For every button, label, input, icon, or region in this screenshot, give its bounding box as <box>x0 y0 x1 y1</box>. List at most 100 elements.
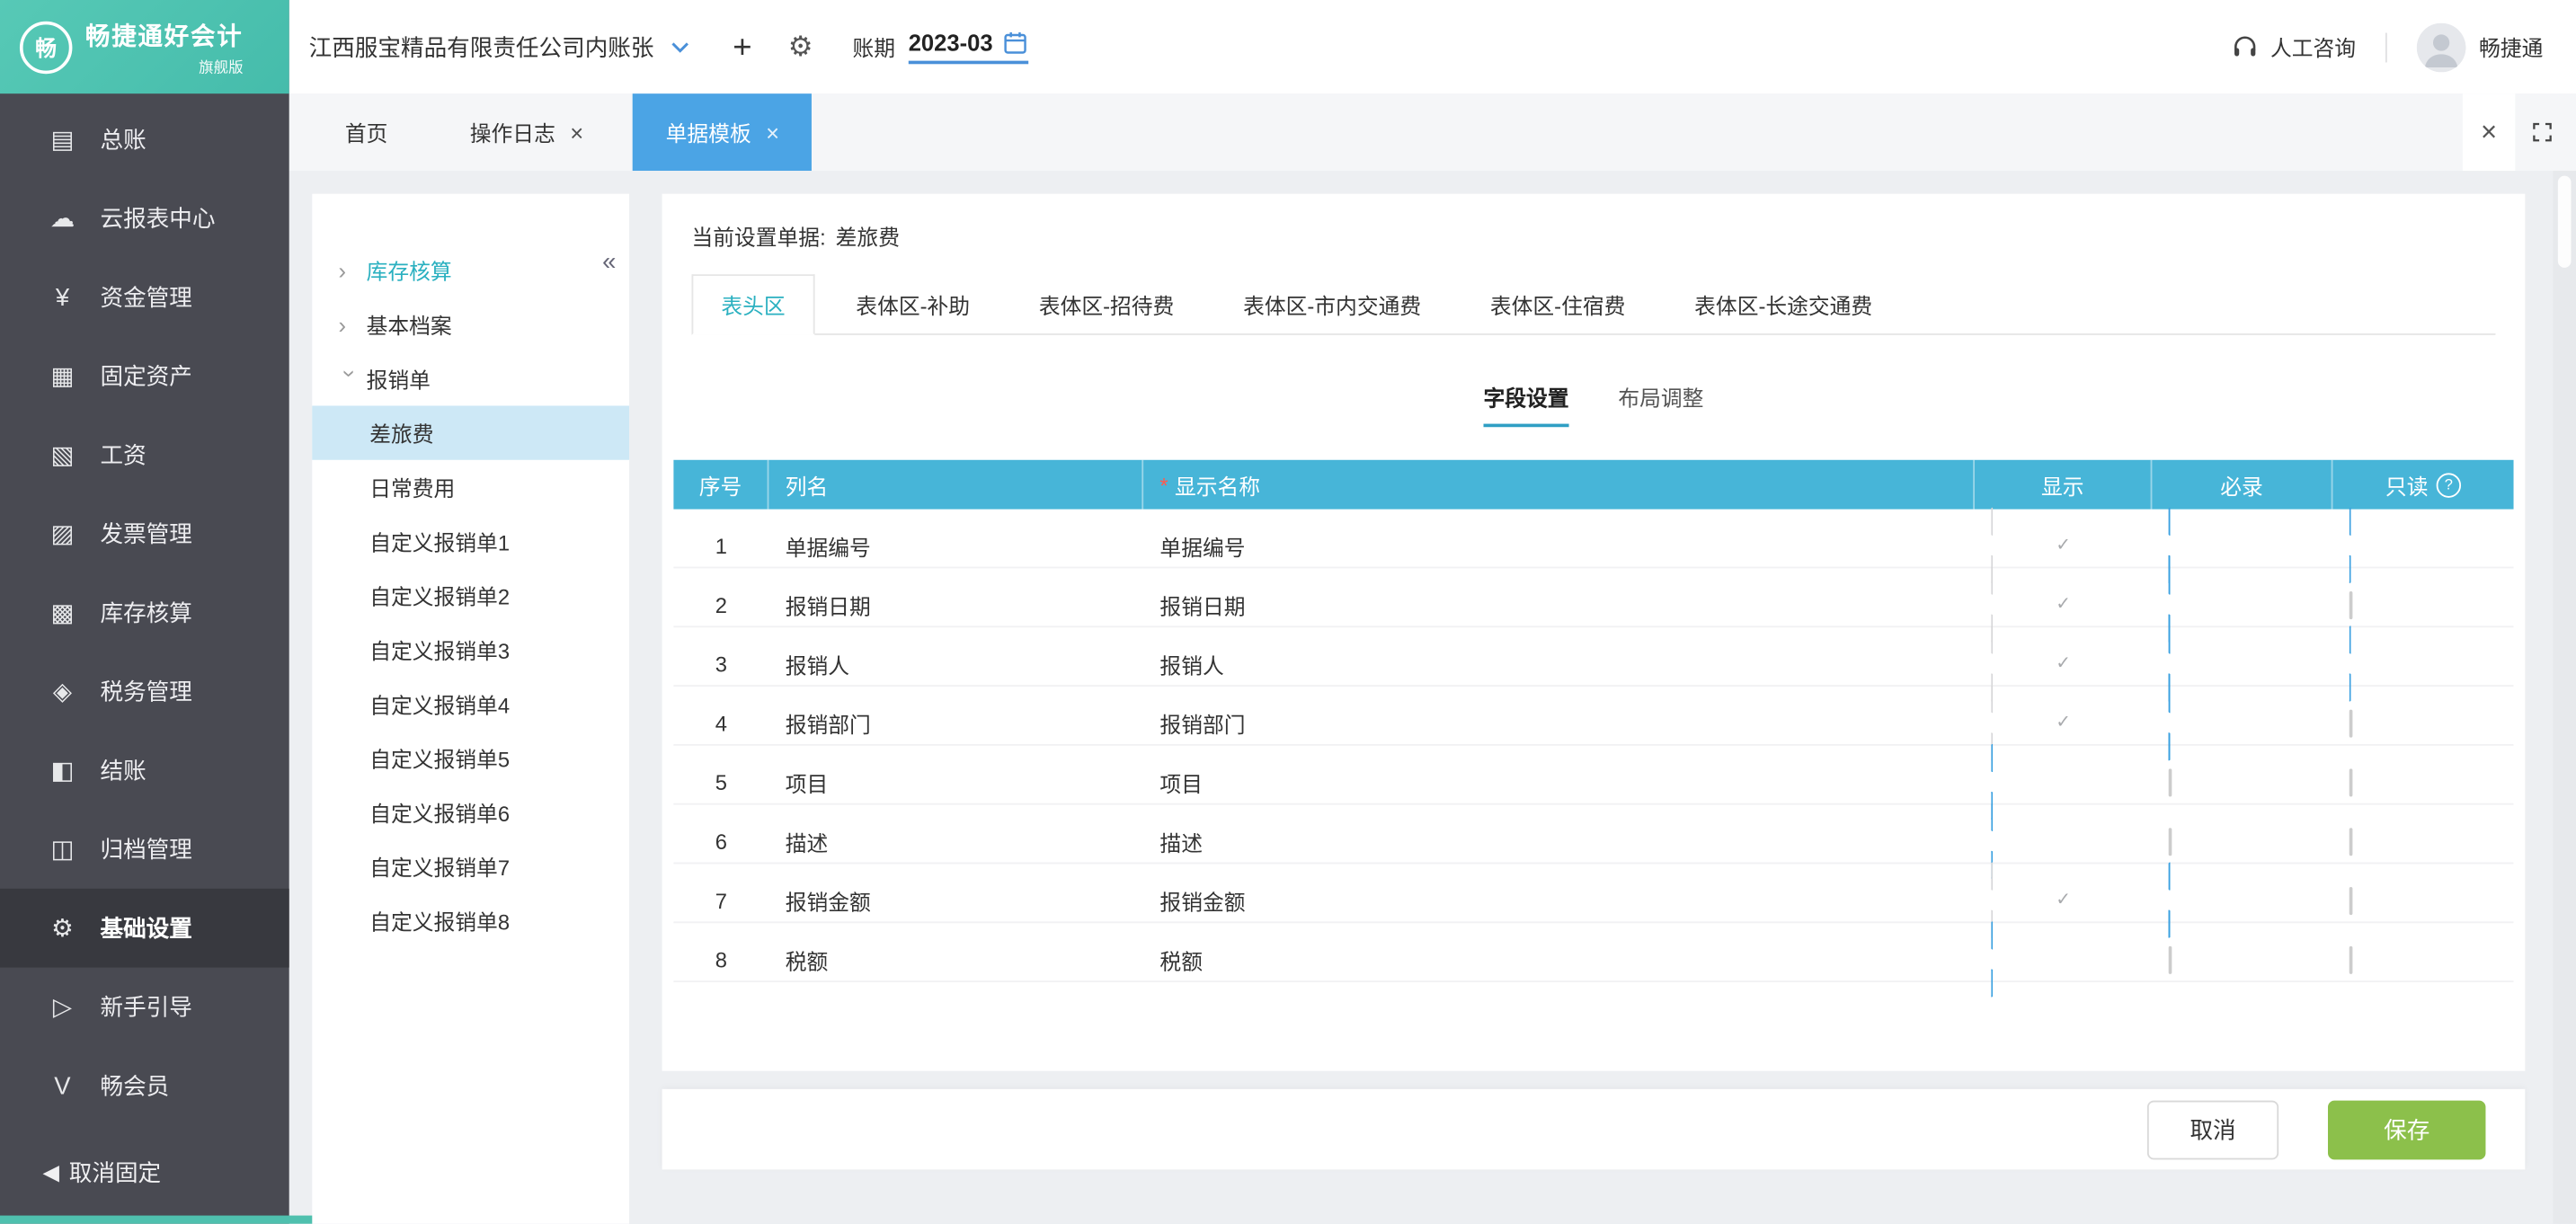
fixed-assets-icon: ▦ <box>50 362 75 392</box>
sub-tab[interactable]: 布局调整 <box>1618 381 1703 427</box>
sub-tabs: 字段设置 布局调整 <box>662 381 2526 428</box>
consult-button[interactable]: 人工咨询 <box>2231 31 2356 63</box>
tree-chevron-icon[interactable] <box>339 313 359 336</box>
page-tab[interactable]: 单据模板 × <box>633 93 813 172</box>
table-row: 6 描述 描述 <box>673 803 2514 879</box>
brand-name: 畅捷通好会计 <box>85 22 244 50</box>
unpin-sidebar-button[interactable]: ◀ 取消固定 <box>0 1145 289 1201</box>
tree-leaf[interactable]: 自定义报销单7 <box>312 839 629 893</box>
sidebar-item[interactable]: V 畅会员 <box>0 1046 289 1125</box>
tree-leaf[interactable]: 自定义报销单5 <box>312 731 629 785</box>
cell-display-name: 项目 <box>1159 771 1203 796</box>
tree-node[interactable]: 库存核算 <box>312 244 629 297</box>
tree-leaf[interactable]: 自定义报销单1 <box>312 514 629 568</box>
sidebar-item[interactable]: ▦ 固定资产 <box>0 337 289 416</box>
sidebar-item[interactable]: ▨ 发票管理 <box>0 494 289 573</box>
sidebar-item[interactable]: ⚙ 基础设置 <box>0 888 289 968</box>
scrollbar-thumb[interactable] <box>2557 175 2572 268</box>
tree-chevron-icon[interactable] <box>339 259 359 282</box>
table-header-row: 序号 列名 显示名称 显示 必录 只读 <box>673 459 2514 510</box>
fields-table: 序号 列名 显示名称 显示 必录 只读 1 单据编号 单据编号 <box>673 459 2514 998</box>
add-account-button[interactable]: + <box>733 31 751 64</box>
page-tab[interactable]: 操作日志 × <box>437 93 617 171</box>
readonly-checkbox[interactable] <box>2349 945 2353 973</box>
tree-leaf[interactable]: 自定义报销单6 <box>312 785 629 839</box>
sidebar-item[interactable]: ▤ 总账 <box>0 100 289 179</box>
section-tab-label: 表体区-招待费 <box>1038 294 1175 319</box>
readonly-checkbox[interactable] <box>2349 886 2353 915</box>
sidebar-item[interactable]: ◈ 税务管理 <box>0 652 289 732</box>
tree-root-nodes: 库存核算 基本档案 报销单 <box>312 244 629 406</box>
table-row: 1 单据编号 单据编号 <box>673 507 2514 583</box>
cell-column-name: 描述 <box>785 829 829 856</box>
readonly-checkbox[interactable] <box>2349 590 2353 619</box>
cancel-button[interactable]: 取消 <box>2146 1099 2279 1159</box>
readonly-checkbox[interactable] <box>2349 708 2353 737</box>
tab-close-icon[interactable]: × <box>766 120 779 144</box>
required-checkbox[interactable] <box>2168 827 2172 856</box>
sidebar-item-label: 基础设置 <box>100 915 192 942</box>
sidebar-item[interactable]: ◧ 结账 <box>0 731 289 810</box>
required-checkbox[interactable] <box>2168 862 2317 938</box>
cell-show <box>1975 921 2152 998</box>
required-checkbox[interactable] <box>2168 945 2172 973</box>
unpin-label: 取消固定 <box>68 1159 162 1186</box>
page-tab-label: 首页 <box>344 121 388 146</box>
sidebar-item-label: 新手引导 <box>100 993 192 1021</box>
tree-leaf[interactable]: 自定义报销单2 <box>312 568 629 622</box>
section-tab[interactable]: 表体区-住宿费 <box>1462 276 1654 333</box>
readonly-checkbox[interactable] <box>2349 625 2498 702</box>
scrollbar[interactable] <box>2553 171 2576 1224</box>
sidebar-item[interactable]: ▷ 新手引导 <box>0 968 289 1047</box>
sidebar-item[interactable]: ▧ 工资 <box>0 415 289 494</box>
tab-close-icon[interactable]: × <box>570 120 583 144</box>
save-button[interactable]: 保存 <box>2327 1099 2486 1159</box>
sidebar-item[interactable]: ▩ 库存核算 <box>0 573 289 652</box>
section-tabs: 表头区 表体区-补助 表体区-招待费 表体区-市内交通费 表体区-住宿费 表体区… <box>691 274 2496 335</box>
section-tab[interactable]: 表头区 <box>691 274 815 335</box>
close-button[interactable]: × <box>2462 93 2516 172</box>
required-checkbox[interactable] <box>2168 767 2172 796</box>
chevron-down-icon[interactable] <box>671 40 690 54</box>
unpin-icon: ◀ <box>42 1159 59 1184</box>
tree-leaf[interactable]: 自定义报销单3 <box>312 623 629 677</box>
tree-node-label: 库存核算 <box>366 259 452 285</box>
readonly-checkbox[interactable] <box>2349 827 2353 856</box>
sidebar-item[interactable]: ☁ 云报表中心 <box>0 179 289 258</box>
inventory-icon: ▩ <box>50 599 75 628</box>
header-column-name: 列名 <box>768 459 1144 510</box>
fullscreen-icon[interactable] <box>2515 120 2569 144</box>
section-tab[interactable]: 表体区-长途交通费 <box>1666 276 1900 333</box>
sidebar-item[interactable]: ◫ 归档管理 <box>0 810 289 889</box>
table-row: 7 报销金额 报销金额 <box>673 862 2514 938</box>
tree-leaf[interactable]: 自定义报销单4 <box>312 677 629 731</box>
section-tab[interactable]: 表体区-市内交通费 <box>1215 276 1449 333</box>
sidebar-item[interactable]: ¥ 资金管理 <box>0 258 289 337</box>
tree-leaf[interactable]: 差旅费 <box>312 405 630 460</box>
help-icon[interactable] <box>2436 472 2462 497</box>
collapse-panel-icon[interactable] <box>602 250 616 274</box>
tree-leaf[interactable]: 日常费用 <box>312 460 629 514</box>
cell-column-name: 报销日期 <box>785 593 871 619</box>
required-checkbox[interactable] <box>2168 685 2317 761</box>
tree-leaf[interactable]: 自定义报销单8 <box>312 893 629 947</box>
readonly-checkbox[interactable] <box>2349 507 2498 583</box>
readonly-checkbox[interactable] <box>2349 767 2353 796</box>
tree-chevron-icon[interactable] <box>339 369 362 389</box>
period-picker[interactable]: 2023-03 <box>908 30 1029 65</box>
tree-node[interactable]: 报销单 <box>312 351 629 405</box>
show-checkbox[interactable] <box>1991 921 2136 998</box>
user-name[interactable]: 畅捷通 <box>2479 31 2543 63</box>
sub-tab-label: 字段设置 <box>1483 386 1569 411</box>
avatar[interactable] <box>2416 22 2466 72</box>
sub-tab[interactable]: 字段设置 <box>1483 381 1569 428</box>
cell-column-name: 单据编号 <box>785 534 871 560</box>
tree-node[interactable]: 基本档案 <box>312 297 629 351</box>
company-selector[interactable]: 江西服宝精品有限责任公司内账张 <box>309 31 654 64</box>
gear-icon[interactable]: ⚙ <box>788 33 813 61</box>
page-tab[interactable]: 首页 <box>312 93 421 171</box>
sidebar-item-label: 总账 <box>100 126 147 153</box>
section-tab[interactable]: 表体区-补助 <box>828 276 998 333</box>
archive-icon: ◫ <box>50 836 75 865</box>
section-tab[interactable]: 表体区-招待费 <box>1011 276 1203 333</box>
